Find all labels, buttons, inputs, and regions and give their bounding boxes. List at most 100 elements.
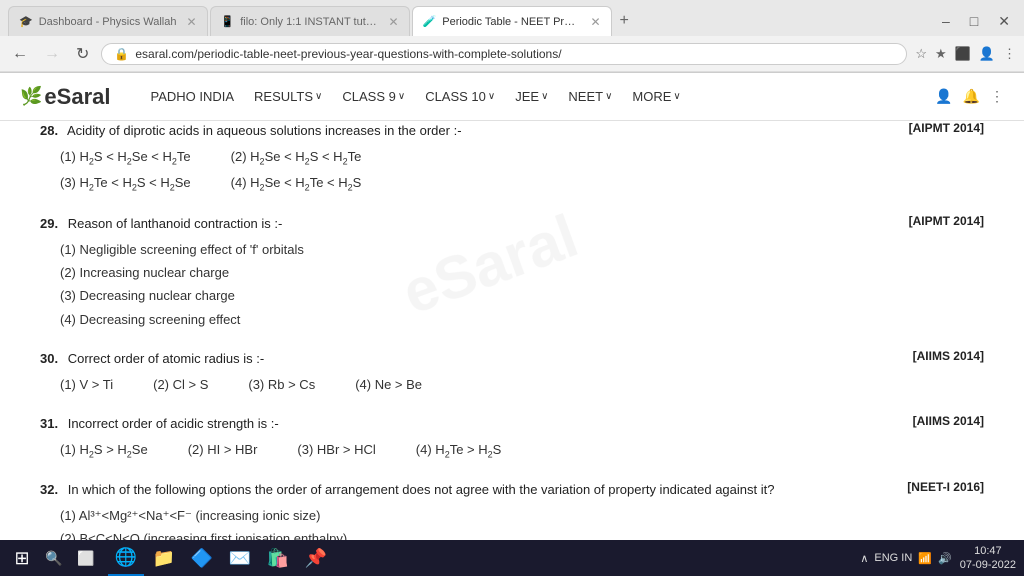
nav-more[interactable]: MORE ∨ (632, 89, 680, 104)
question-31: 31. Incorrect order of acidic strength i… (40, 414, 984, 462)
browser-action-icons: ☆ ★ ⬛ 👤 ⋮ (915, 46, 1016, 62)
site-header: 🌿 eSaral PADHO INDIA RESULTS ∨ CLASS 9 ∨… (0, 73, 1024, 121)
taskbar-right-area: ∧ ENG IN 📶 🔊 10:47 07-09-2022 (860, 544, 1016, 573)
q28-options: (1) H2S < H2Se < H2Te (2) H2Se < H2S < H… (60, 145, 984, 197)
browser-chrome: 🎓 Dashboard - Physics Wallah ✕ 📱 filo: O… (0, 0, 1024, 73)
tab-filo[interactable]: 📱 filo: Only 1:1 INSTANT tutoring 6 ✕ (210, 6, 410, 36)
q32-text: In which of the following options the or… (68, 482, 775, 497)
q29-header: 29. Reason of lanthanoid contraction is … (40, 214, 984, 234)
time-display: 10:47 (960, 544, 1016, 558)
close-tab-1[interactable]: ✕ (186, 15, 196, 29)
q30-source: [AIIMS 2014] (913, 349, 984, 363)
q32-opt1: (1) Al³⁺<Mg²⁺<Na⁺<F⁻ (increasing ionic s… (60, 504, 984, 527)
taskbar-extra-app[interactable]: 📌 (298, 540, 334, 576)
date-display: 07-09-2022 (960, 558, 1016, 572)
refresh-button[interactable]: ↻ (72, 42, 93, 66)
window-controls: – □ ✕ (936, 11, 1016, 32)
site-navigation: PADHO INDIA RESULTS ∨ CLASS 9 ∨ CLASS 10… (150, 89, 935, 104)
settings-icon[interactable]: ⋮ (990, 88, 1004, 105)
profile-header-icon[interactable]: 👤 (935, 88, 952, 105)
search-taskbar-button[interactable]: 🔍 (40, 544, 68, 572)
tab-periodic[interactable]: 🧪 Periodic Table - NEET Previous Y... ✕ (412, 6, 612, 36)
nav-padho-india[interactable]: PADHO INDIA (150, 89, 234, 104)
taskbar-app-pins: 🌐 📁 🔷 ✉️ 🛍️ 📌 (108, 540, 334, 576)
q31-text: Incorrect order of acidic strength is :- (68, 416, 279, 431)
nav-class10[interactable]: CLASS 10 ∨ (425, 89, 495, 104)
forward-button[interactable]: → (40, 43, 64, 65)
nav-results[interactable]: RESULTS ∨ (254, 89, 322, 104)
q29-text: Reason of lanthanoid contraction is :- (68, 216, 283, 231)
taskbar-browser-app[interactable]: 🌐 (108, 540, 144, 576)
logo-leaf-icon: 🌿 (20, 86, 42, 107)
q30-number: 30. (40, 351, 58, 366)
jee-arrow: ∨ (541, 91, 548, 102)
q31-options: (1) H2S > H2Se (2) HI > HBr (3) HBr > HC… (60, 438, 984, 463)
close-tab-2[interactable]: ✕ (388, 15, 398, 29)
q28-source: [AIPMT 2014] (909, 121, 984, 135)
system-tray: ∧ ENG IN 📶 🔊 (860, 552, 951, 565)
taskview-button[interactable]: ⬜ (72, 544, 100, 572)
q31-header: 31. Incorrect order of acidic strength i… (40, 414, 984, 434)
q28-option-row-1: (1) H2S < H2Se < H2Te (2) H2Se < H2S < H… (60, 145, 984, 170)
new-tab-button[interactable]: + (614, 12, 635, 30)
close-window-button[interactable]: ✕ (992, 11, 1016, 32)
q29-opt1: (1) Negligible screening effect of 'f' o… (60, 238, 984, 261)
start-button[interactable]: ⊞ (8, 544, 36, 572)
nav-neet[interactable]: NEET ∨ (568, 89, 612, 104)
q30-option-row: (1) V > Ti (2) Cl > S (3) Rb > Cs (4) Ne… (60, 373, 984, 396)
q30-opt4: (4) Ne > Be (355, 373, 422, 396)
q29-opt4: (4) Decreasing screening effect (60, 308, 984, 331)
q31-source: [AIIMS 2014] (913, 414, 984, 428)
taskbar-edge-app[interactable]: 🔷 (184, 540, 220, 576)
wifi-icon[interactable]: 📶 (918, 552, 932, 565)
q30-text: Correct order of atomic radius is :- (68, 351, 265, 366)
profile-icon[interactable]: 👤 (979, 46, 995, 62)
close-tab-3[interactable]: ✕ (590, 15, 600, 29)
notification-icon[interactable]: 🔔 (963, 88, 980, 105)
q30-opt3: (3) Rb > Cs (248, 373, 315, 396)
taskbar-store-app[interactable]: 🛍️ (260, 540, 296, 576)
q30-options: (1) V > Ti (2) Cl > S (3) Rb > Cs (4) Ne… (60, 373, 984, 396)
site-logo[interactable]: 🌿 eSaral (20, 84, 110, 110)
q28-opt4: (4) H2Se < H2Te < H2S (231, 171, 362, 196)
address-bar[interactable]: 🔒 esaral.com/periodic-table-neet-previou… (101, 43, 907, 65)
star-icon[interactable]: ★ (935, 46, 947, 62)
q30-opt1: (1) V > Ti (60, 373, 113, 396)
extension-icon[interactable]: ⬛ (955, 46, 971, 62)
q29-options: (1) Negligible screening effect of 'f' o… (60, 238, 984, 332)
q31-opt4: (4) H2Te > H2S (416, 438, 502, 463)
q30-opt2: (2) Cl > S (153, 373, 208, 396)
bookmark-icon[interactable]: ☆ (915, 46, 927, 62)
q28-opt3: (3) H2Te < H2S < H2Se (60, 171, 191, 196)
nav-class9[interactable]: CLASS 9 ∨ (342, 89, 405, 104)
menu-icon[interactable]: ⋮ (1003, 46, 1016, 62)
q28-number: 28. (40, 123, 58, 138)
q31-number: 31. (40, 416, 58, 431)
main-content: 28. Acidity of diprotic acids in aqueous… (0, 121, 1024, 577)
back-button[interactable]: ← (8, 43, 32, 65)
q29-opt2: (2) Increasing nuclear charge (60, 261, 984, 284)
q29-source: [AIPMT 2014] (909, 214, 984, 228)
q28-header: 28. Acidity of diprotic acids in aqueous… (40, 121, 984, 141)
q31-option-row: (1) H2S > H2Se (2) HI > HBr (3) HBr > HC… (60, 438, 984, 463)
taskbar-mail-app[interactable]: ✉️ (222, 540, 258, 576)
q28-option-row-2: (3) H2Te < H2S < H2Se (4) H2Se < H2Te < … (60, 171, 984, 196)
q32-source: [NEET-I 2016] (907, 480, 984, 494)
question-30: 30. Correct order of atomic radius is :-… (40, 349, 984, 396)
class9-arrow: ∨ (398, 91, 405, 102)
taskbar-explorer-app[interactable]: 📁 (146, 540, 182, 576)
volume-icon[interactable]: 🔊 (938, 552, 952, 565)
results-arrow: ∨ (315, 91, 322, 102)
nav-jee[interactable]: JEE ∨ (515, 89, 548, 104)
neet-arrow: ∨ (605, 91, 612, 102)
q31-opt3: (3) HBr > HCl (297, 438, 375, 463)
tray-up-icon[interactable]: ∧ (860, 552, 868, 565)
tab-dashboard[interactable]: 🎓 Dashboard - Physics Wallah ✕ (8, 6, 208, 36)
maximize-button[interactable]: □ (964, 11, 984, 31)
tab-bar: 🎓 Dashboard - Physics Wallah ✕ 📱 filo: O… (0, 0, 1024, 36)
question-29: 29. Reason of lanthanoid contraction is … (40, 214, 984, 331)
minimize-button[interactable]: – (936, 11, 956, 31)
q31-opt1: (1) H2S > H2Se (60, 438, 148, 463)
clock[interactable]: 10:47 07-09-2022 (960, 544, 1016, 573)
taskbar: ⊞ 🔍 ⬜ 🌐 📁 🔷 ✉️ 🛍️ 📌 ∧ ENG IN 📶 🔊 10:47 0… (0, 540, 1024, 576)
